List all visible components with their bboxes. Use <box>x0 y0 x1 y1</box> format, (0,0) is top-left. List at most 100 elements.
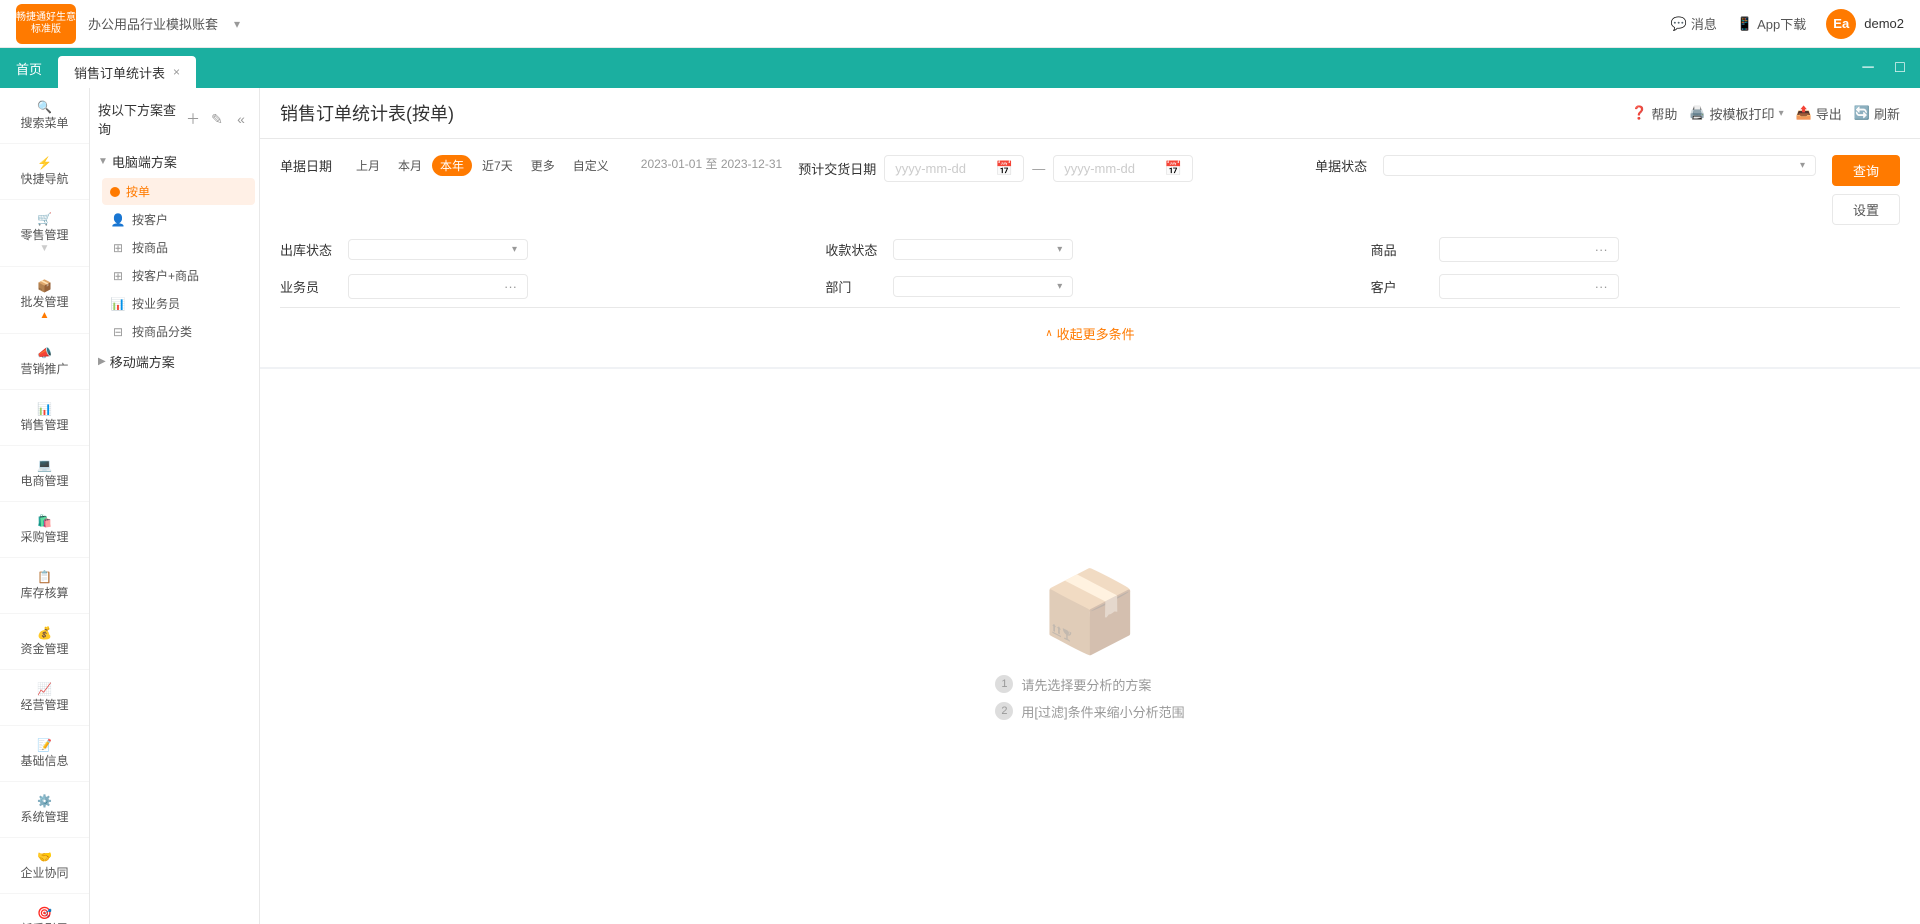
message-button[interactable]: 💬 消息 <box>1671 14 1717 33</box>
setting-button[interactable]: 设置 <box>1832 194 1900 225</box>
sales-icon: 📊 <box>4 402 85 416</box>
scheme-item-by-product[interactable]: ⊞ 按商品 <box>102 234 255 261</box>
sidebar-item-purchase[interactable]: 🛍️ 采购管理 <box>0 502 89 558</box>
app-download-button[interactable]: 📱 App下载 <box>1737 14 1806 33</box>
sidebar-item-system[interactable]: ⚙️ 系统管理 <box>0 782 89 838</box>
page-title: 销售订单统计表(按单) <box>280 100 454 126</box>
inventory-icon: 📋 <box>4 570 85 584</box>
tabbar-actions: ─ □ <box>1856 56 1912 80</box>
maximize-button[interactable]: □ <box>1888 56 1912 80</box>
scheme-item-by-staff[interactable]: 📊 按业务员 <box>102 290 255 317</box>
basic-icon: 📝 <box>4 738 85 752</box>
person-icon: 👤 <box>110 213 126 227</box>
sidebar-item-wholesale[interactable]: 📦 批发管理 ▲ <box>0 267 89 334</box>
scheme-group-mobile-arrow-icon: ▶ <box>98 356 106 367</box>
scheme-group-desktop-header[interactable]: ▼ 电脑端方案 <box>90 146 259 177</box>
sidebar-item-sales[interactable]: 📊 销售管理 <box>0 390 89 446</box>
product-icon: ⊞ <box>110 241 126 255</box>
sidebar-item-quick-nav[interactable]: ⚡ 快捷导航 <box>0 144 89 200</box>
quick-nav-label: 快捷导航 <box>4 170 85 187</box>
help-button[interactable]: ❓ 帮助 <box>1631 104 1677 123</box>
sidebar-item-newbie[interactable]: 🎯 新手引导 <box>0 894 89 924</box>
date-start-input[interactable]: yyyy-mm-dd 📅 <box>884 155 1024 182</box>
date-separator: — <box>1032 161 1045 176</box>
step-1-number: 1 <box>995 675 1013 693</box>
filter-third-row: 业务员 ··· 部门 ▾ <box>280 274 1900 299</box>
operation-label: 经营管理 <box>4 696 85 713</box>
scheme-group-mobile: ▶ 移动端方案 <box>90 346 259 377</box>
payment-status-arrow-icon: ▾ <box>1057 244 1062 255</box>
filter-payment-status: 收款状态 ▾ <box>825 239 1354 260</box>
export-button[interactable]: 📤 导出 <box>1796 104 1842 123</box>
refresh-button[interactable]: 🔄 刷新 <box>1854 104 1900 123</box>
date-tab-last-month[interactable]: 上月 <box>348 155 388 176</box>
app-title: 办公用品行业模拟账套 <box>88 14 218 33</box>
tab-close-button[interactable]: × <box>173 65 180 79</box>
sidebar-item-basic[interactable]: 📝 基础信息 <box>0 726 89 782</box>
product-label: 商品 <box>1371 240 1431 259</box>
scheme-collapse-button[interactable]: « <box>231 109 251 129</box>
payment-status-select[interactable]: ▾ <box>893 239 1073 260</box>
print-dropdown-icon[interactable]: ▾ <box>1779 108 1784 119</box>
filter-product: 商品 ··· <box>1371 237 1900 262</box>
scheme-group-mobile-header[interactable]: ▶ 移动端方案 <box>90 346 259 377</box>
purchase-icon: 🛍️ <box>4 514 85 528</box>
collab-icon: 🤝 <box>4 850 85 864</box>
doc-status-label: 单据状态 <box>1315 156 1375 175</box>
scheme-item-by-order-label: 按单 <box>126 183 150 200</box>
user-section[interactable]: Ea demo2 <box>1826 9 1904 39</box>
date-tab-this-month[interactable]: 本月 <box>390 155 430 176</box>
operation-icon: 📈 <box>4 682 85 696</box>
download-icon: 📱 <box>1737 16 1753 32</box>
scheme-item-by-cust-prod-label: 按客户+商品 <box>132 267 199 284</box>
filter-area: 单据日期 上月 本月 本年 近7天 更多 自定义 2023-01-01 至 20… <box>260 139 1920 367</box>
salesperson-select[interactable]: ··· <box>348 274 528 299</box>
scheme-item-by-order[interactable]: 按单 <box>102 178 255 205</box>
product-select[interactable]: ··· <box>1439 237 1619 262</box>
scheme-item-by-cust-prod[interactable]: ⊞ 按客户+商品 <box>102 262 255 289</box>
sidebar-item-inventory[interactable]: 📋 库存核算 <box>0 558 89 614</box>
date-tab-last-7[interactable]: 近7天 <box>474 155 521 176</box>
staff-icon: 📊 <box>110 297 126 311</box>
sidebar-item-collab[interactable]: 🤝 企业协同 <box>0 838 89 894</box>
message-label: 消息 <box>1691 14 1717 33</box>
newbie-label: 新手引导 <box>4 920 85 924</box>
page-actions: ❓ 帮助 🖨️ 按模板打印 ▾ 📤 导出 🔄 刷新 <box>1631 104 1900 123</box>
finance-label: 资金管理 <box>4 640 85 657</box>
scheme-item-by-customer-label: 按客户 <box>132 211 168 228</box>
out-status-select[interactable]: ▾ <box>348 239 528 260</box>
filter-second-row: 出库状态 ▾ 收款状态 ▾ <box>280 237 1900 262</box>
export-icon: 📤 <box>1796 105 1812 121</box>
scheme-list-desktop: 按单 👤 按客户 ⊞ 按商品 ⊞ 按客户+商品 <box>90 178 259 345</box>
sidebar-item-finance[interactable]: 💰 资金管理 <box>0 614 89 670</box>
doc-status-select[interactable]: ▾ <box>1383 155 1816 176</box>
scheme-edit-button[interactable]: ✎ <box>207 109 227 129</box>
scheme-add-button[interactable]: ＋ <box>183 109 203 129</box>
collapse-label: 收起更多条件 <box>1057 324 1135 343</box>
query-button[interactable]: 查询 <box>1832 155 1900 186</box>
collapse-button[interactable]: ∧ 收起更多条件 <box>280 316 1900 351</box>
sidebar-item-retail[interactable]: 🛒 零售管理 ▼ <box>0 200 89 267</box>
app-download-label: App下载 <box>1757 14 1806 33</box>
customer-select[interactable]: ··· <box>1439 274 1619 299</box>
date-tab-this-year[interactable]: 本年 <box>432 155 472 176</box>
sidebar-item-search-menu[interactable]: 🔍 搜索菜单 <box>0 88 89 144</box>
scheme-item-by-category[interactable]: ⊟ 按商品分类 <box>102 318 255 345</box>
scheme-group-mobile-label: 移动端方案 <box>110 352 175 371</box>
sidebar-item-marketing[interactable]: 📣 营销推广 <box>0 334 89 390</box>
department-select[interactable]: ▾ <box>893 276 1073 297</box>
payment-status-label: 收款状态 <box>825 240 885 259</box>
calendar-start-icon: 📅 <box>996 160 1013 177</box>
date-tab-custom[interactable]: 自定义 <box>565 155 617 176</box>
date-end-input[interactable]: yyyy-mm-dd 📅 <box>1053 155 1193 182</box>
sidebar-item-ecommerce[interactable]: 💻 电商管理 <box>0 446 89 502</box>
date-tab-more[interactable]: 更多 <box>523 155 563 176</box>
app-dropdown-icon[interactable]: ▾ <box>234 17 240 31</box>
tab-home[interactable]: 首页 <box>0 48 58 88</box>
scheme-item-by-customer[interactable]: 👤 按客户 <box>102 206 255 233</box>
print-button[interactable]: 🖨️ 按模板打印 ▾ <box>1689 104 1783 123</box>
minimize-button[interactable]: ─ <box>1856 56 1880 80</box>
tab-active[interactable]: 销售订单统计表 × <box>58 56 196 88</box>
sidebar-item-operation[interactable]: 📈 经营管理 <box>0 670 89 726</box>
scheme-panel-header: 按以下方案查询 ＋ ✎ « <box>90 96 259 146</box>
